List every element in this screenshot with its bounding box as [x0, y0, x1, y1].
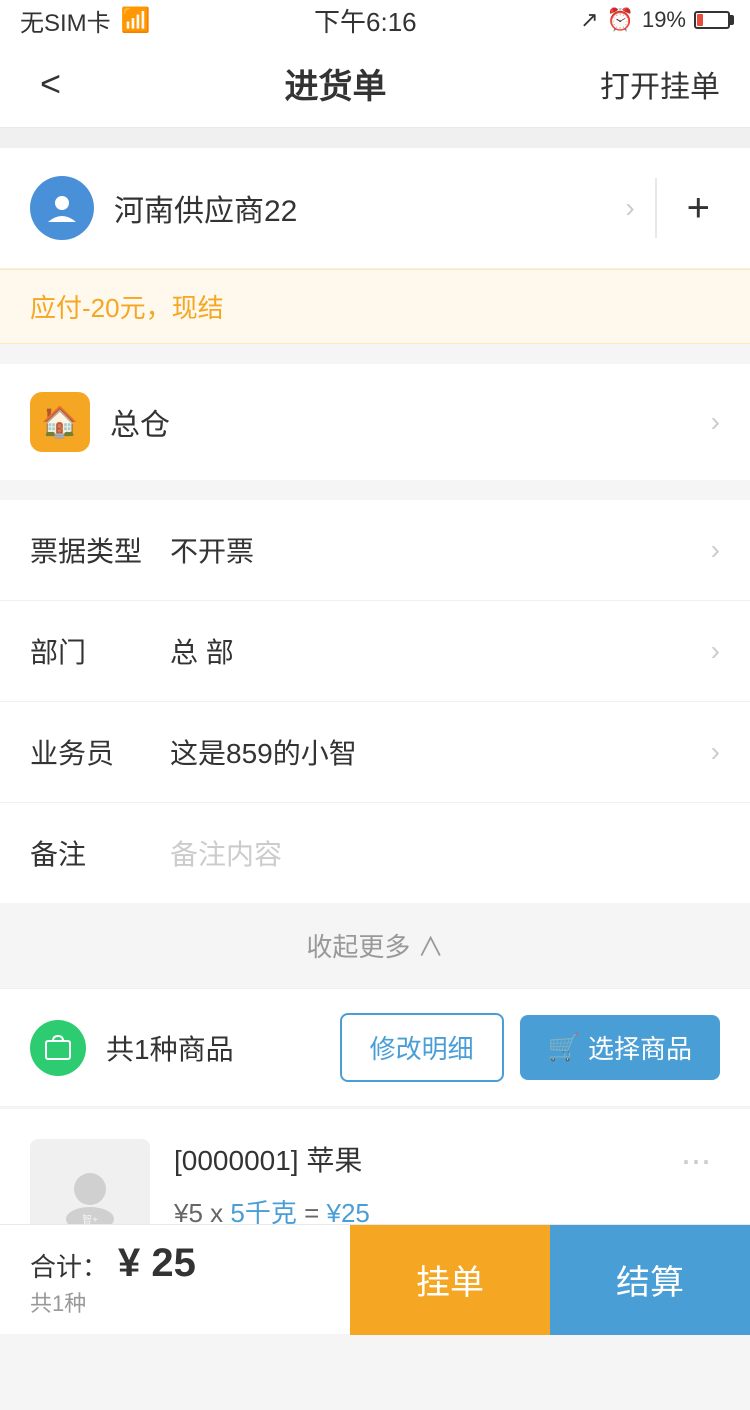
product-more-button[interactable]: ··· [670, 1139, 720, 1181]
page-title: 进货单 [285, 59, 387, 108]
select-product-button[interactable]: 🛒 选择商品 [520, 1015, 720, 1080]
product-title: 苹果 [306, 1145, 362, 1176]
salesperson-label: 业务员 [30, 732, 150, 772]
warehouse-row[interactable]: 🏠 总仓 › [0, 364, 750, 480]
signal-text: 无SIM卡 [20, 3, 111, 38]
supplier-row: 河南供应商22 › + [0, 148, 750, 269]
department-label: 部门 [30, 631, 150, 671]
department-row[interactable]: 部门 总 部 › [0, 601, 750, 702]
battery-percent: 19% [642, 7, 686, 33]
product-name: [0000001] 苹果 [174, 1139, 670, 1179]
supplier-section: 河南供应商22 › + 应付-20元，现结 [0, 148, 750, 344]
supplier-avatar [30, 176, 94, 240]
salesperson-row[interactable]: 业务员 这是859的小智 › [0, 702, 750, 803]
back-button[interactable]: < [30, 53, 71, 115]
total-label: 合计： ¥ 25 [30, 1241, 320, 1286]
status-right: ↗ ⏰ 19% [580, 7, 730, 33]
salesperson-chevron-icon: › [711, 736, 720, 768]
products-header: 共1种商品 修改明细 🛒 选择商品 [0, 988, 750, 1107]
location-icon: ↗ [580, 7, 598, 33]
total-sub: 共1种 [30, 1286, 320, 1318]
warehouse-name: 总仓 [110, 400, 701, 444]
hang-button[interactable]: 挂单 [350, 1225, 550, 1335]
bottom-bar: 合计： ¥ 25 共1种 挂单 结算 [0, 1224, 750, 1334]
salesperson-value: 这是859的小智 [170, 732, 701, 772]
total-section: 合计： ¥ 25 共1种 [0, 1241, 350, 1318]
checkout-button[interactable]: 结算 [550, 1225, 750, 1335]
total-text: 合计： [30, 1247, 108, 1284]
cart-icon: 🛒 [548, 1032, 580, 1063]
products-count: 共1种商品 [106, 1028, 340, 1068]
note-row[interactable]: 备注 备注内容 [0, 803, 750, 903]
product-info: [0000001] 苹果 ¥5 x 5千克 = ¥25 [174, 1139, 670, 1230]
collapse-bar[interactable]: 收起更多 ∧ [0, 903, 750, 988]
supplier-chevron-icon: › [625, 192, 634, 224]
status-bar: 无SIM卡 📶 下午6:16 ↗ ⏰ 19% [0, 0, 750, 40]
status-time: 下午6:16 [314, 2, 417, 39]
product-code: [0000001] [174, 1145, 299, 1176]
warehouse-icon: 🏠 [30, 392, 90, 452]
total-amount: ¥ 25 [118, 1241, 196, 1286]
wifi-icon: 📶 [121, 6, 151, 35]
battery-icon [694, 11, 730, 29]
invoice-value: 不开票 [170, 530, 701, 570]
select-product-label: 选择商品 [588, 1029, 692, 1066]
department-value: 总 部 [170, 631, 701, 671]
nav-bar: < 进货单 打开挂单 [0, 40, 750, 128]
invoice-row[interactable]: 票据类型 不开票 › [0, 500, 750, 601]
supplier-divider [655, 178, 657, 238]
department-chevron-icon: › [711, 635, 720, 667]
section-gap-1 [0, 128, 750, 148]
alarm-icon: ⏰ [607, 7, 634, 33]
invoice-chevron-icon: › [711, 534, 720, 566]
warehouse-chevron-icon: › [711, 406, 720, 438]
warehouse-section: 🏠 总仓 › [0, 364, 750, 480]
open-hang-button[interactable]: 打开挂单 [600, 62, 720, 106]
edit-detail-button[interactable]: 修改明细 [340, 1013, 504, 1082]
status-left: 无SIM卡 📶 [20, 3, 151, 38]
invoice-label: 票据类型 [30, 530, 150, 570]
supplier-name[interactable]: 河南供应商22 [114, 186, 615, 230]
supplier-notice: 应付-20元，现结 [0, 269, 750, 344]
form-section: 票据类型 不开票 › 部门 总 部 › 业务员 这是859的小智 › 备注 备注… [0, 500, 750, 903]
products-icon [30, 1020, 86, 1076]
add-button[interactable]: + [677, 186, 720, 231]
note-placeholder[interactable]: 备注内容 [170, 833, 720, 873]
note-label: 备注 [30, 833, 150, 873]
